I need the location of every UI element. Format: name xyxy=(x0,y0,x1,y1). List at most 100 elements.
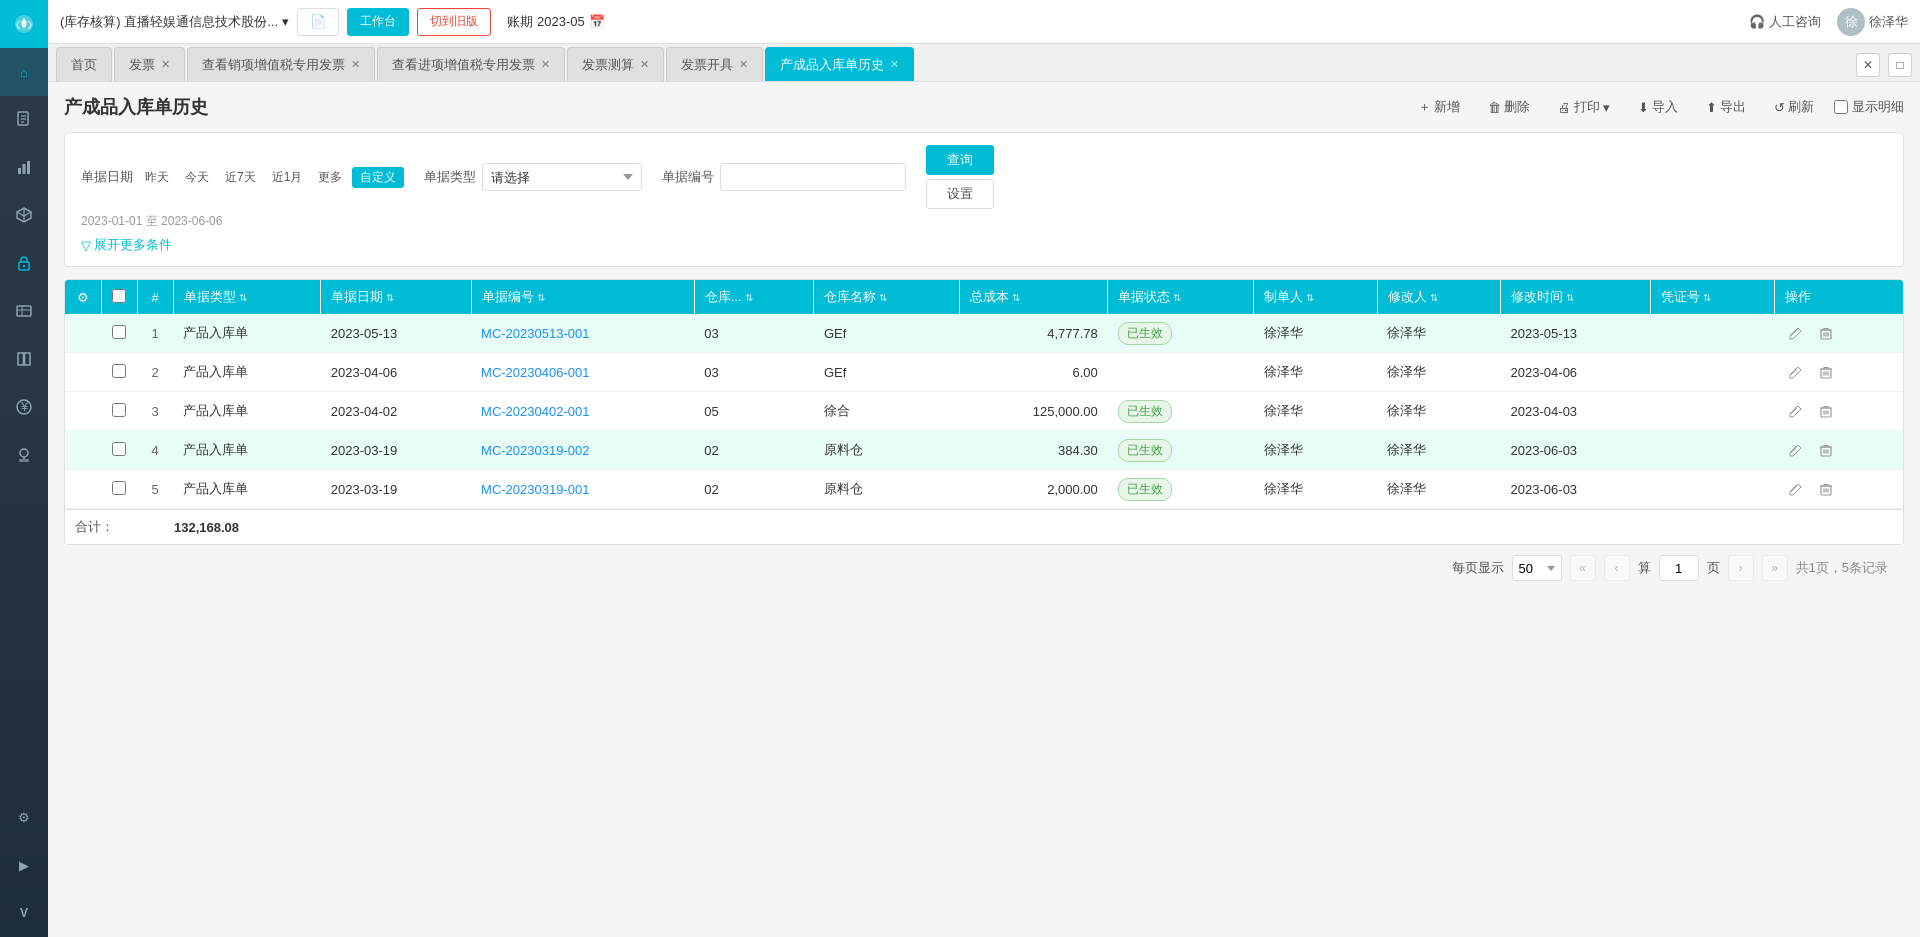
import-btn[interactable]: ⬇ 导入 xyxy=(1630,94,1686,120)
row-delete-btn[interactable] xyxy=(1814,360,1838,384)
print-btn[interactable]: 🖨 打印 ▾ xyxy=(1550,94,1618,120)
number-link[interactable]: MC-20230319-002 xyxy=(481,443,589,458)
row-delete-btn[interactable] xyxy=(1814,399,1838,423)
row-edit-btn[interactable] xyxy=(1784,321,1808,345)
period-selector[interactable]: 账期 2023-05 📅 xyxy=(507,13,605,31)
tab-invoice[interactable]: 发票 ✕ xyxy=(114,47,185,81)
tab-purchase-vat-close[interactable]: ✕ xyxy=(541,58,550,71)
tab-home[interactable]: 首页 xyxy=(56,47,112,81)
tab-invoice-calc-close[interactable]: ✕ xyxy=(640,58,649,71)
sidebar-item-inventory[interactable] xyxy=(0,192,48,240)
company-selector[interactable]: (库存核算) 直播轻娱通信息技术股份... ▾ xyxy=(60,13,289,31)
delete-btn[interactable]: 🗑 删除 xyxy=(1480,94,1538,120)
th-checkbox[interactable] xyxy=(101,280,137,314)
prev-page-btn[interactable]: ‹ xyxy=(1604,555,1630,581)
row-checkbox[interactable] xyxy=(112,481,126,495)
th-number[interactable]: 单据编号⇅ xyxy=(471,280,694,314)
new-btn[interactable]: ＋ 新增 xyxy=(1410,94,1468,120)
tab-sales-vat-close[interactable]: ✕ xyxy=(351,58,360,71)
sidebar-item-stamp[interactable] xyxy=(0,432,48,480)
per-page-select[interactable]: 20 50 100 xyxy=(1512,555,1562,581)
show-detail-checkbox[interactable] xyxy=(1834,100,1848,114)
sidebar-item-home[interactable]: ⌂ xyxy=(0,48,48,96)
service-button[interactable]: 🎧 人工咨询 xyxy=(1749,13,1821,31)
tab-invoice-close[interactable]: ✕ xyxy=(161,58,170,71)
sidebar-item-lock[interactable] xyxy=(0,240,48,288)
custom-shortcut[interactable]: 自定义 xyxy=(352,167,404,188)
query-btn[interactable]: 查询 xyxy=(926,145,994,175)
sidebar-item-video[interactable]: ▶ xyxy=(0,841,48,889)
row-edit-btn[interactable] xyxy=(1784,477,1808,501)
th-creator[interactable]: 制单人⇅ xyxy=(1254,280,1377,314)
row-delete-btn[interactable] xyxy=(1814,477,1838,501)
number-link[interactable]: MC-20230319-001 xyxy=(481,482,589,497)
sidebar-item-chart[interactable] xyxy=(0,144,48,192)
th-modify-time[interactable]: 修改时间⇅ xyxy=(1501,280,1651,314)
yesterday-shortcut[interactable]: 昨天 xyxy=(139,167,175,188)
td-checkbox[interactable] xyxy=(101,431,137,470)
more-shortcut[interactable]: 更多 xyxy=(312,167,348,188)
tab-invoice-calc[interactable]: 发票测算 ✕ xyxy=(567,47,664,81)
th-date[interactable]: 单据日期⇅ xyxy=(321,280,471,314)
th-modifier[interactable]: 修改人⇅ xyxy=(1377,280,1500,314)
last-page-btn[interactable]: » xyxy=(1762,555,1788,581)
tab-sales-vat[interactable]: 查看销项增值税专用发票 ✕ xyxy=(187,47,375,81)
tab-purchase-vat[interactable]: 查看进项增值税专用发票 ✕ xyxy=(377,47,565,81)
refresh-btn[interactable]: ↺ 刷新 xyxy=(1766,94,1822,120)
td-checkbox[interactable] xyxy=(101,392,137,431)
sidebar-item-docs[interactable] xyxy=(0,96,48,144)
td-number[interactable]: MC-20230319-001 xyxy=(471,470,694,509)
set-btn[interactable]: 设置 xyxy=(926,179,994,209)
tab-invoice-issue[interactable]: 发票开具 ✕ xyxy=(666,47,763,81)
td-number[interactable]: MC-20230402-001 xyxy=(471,392,694,431)
th-status[interactable]: 单据状态⇅ xyxy=(1108,280,1254,314)
td-checkbox[interactable] xyxy=(101,353,137,392)
number-link[interactable]: MC-20230513-001 xyxy=(481,326,589,341)
tab-product-history[interactable]: 产成品入库单历史 ✕ xyxy=(765,47,914,81)
week-shortcut[interactable]: 近7天 xyxy=(219,167,262,188)
row-edit-btn[interactable] xyxy=(1784,438,1808,462)
row-edit-btn[interactable] xyxy=(1784,399,1808,423)
sidebar-item-settings[interactable]: ⚙ xyxy=(0,793,48,841)
sidebar-item-version[interactable]: V xyxy=(0,889,48,937)
next-page-btn[interactable]: › xyxy=(1728,555,1754,581)
tab-product-history-close[interactable]: ✕ xyxy=(890,58,899,71)
tab-close-all-btn[interactable]: ✕ xyxy=(1856,53,1880,77)
select-all-checkbox[interactable] xyxy=(112,289,126,303)
th-type[interactable]: 单据类型⇅ xyxy=(173,280,321,314)
row-edit-btn[interactable] xyxy=(1784,360,1808,384)
number-input[interactable] xyxy=(720,163,906,191)
row-checkbox[interactable] xyxy=(112,442,126,456)
month-shortcut[interactable]: 近1月 xyxy=(266,167,309,188)
th-voucher[interactable]: 凭证号⇅ xyxy=(1651,280,1774,314)
row-checkbox[interactable] xyxy=(112,364,126,378)
tab-invoice-issue-close[interactable]: ✕ xyxy=(739,58,748,71)
workbench-btn[interactable]: 工作台 xyxy=(347,8,409,36)
number-link[interactable]: MC-20230402-001 xyxy=(481,404,589,419)
show-detail-checkbox-label[interactable]: 显示明细 xyxy=(1834,98,1904,116)
row-delete-btn[interactable] xyxy=(1814,321,1838,345)
expand-filter-btn[interactable]: ▽ 展开更多条件 xyxy=(81,236,1887,254)
td-checkbox[interactable] xyxy=(101,314,137,353)
export-btn[interactable]: ⬆ 导出 xyxy=(1698,94,1754,120)
th-warehouse-name[interactable]: 仓库名称⇅ xyxy=(814,280,960,314)
row-checkbox[interactable] xyxy=(112,403,126,417)
td-number[interactable]: MC-20230406-001 xyxy=(471,353,694,392)
user-menu[interactable]: 徐 徐泽华 xyxy=(1837,8,1908,36)
th-warehouse-code[interactable]: 仓库...⇅ xyxy=(694,280,814,314)
app-logo[interactable] xyxy=(0,0,48,48)
first-page-btn[interactable]: « xyxy=(1570,555,1596,581)
th-total-cost[interactable]: 总成本⇅ xyxy=(960,280,1108,314)
doc-template-btn[interactable]: 📄 xyxy=(297,8,339,36)
switch-version-btn[interactable]: 切到旧版 xyxy=(417,8,491,36)
sidebar-item-voucher[interactable] xyxy=(0,288,48,336)
number-link[interactable]: MC-20230406-001 xyxy=(481,365,589,380)
sidebar-item-book[interactable] xyxy=(0,336,48,384)
type-select[interactable]: 请选择 产品入库单 销退入库单 调拨入库单 xyxy=(482,163,642,191)
td-number[interactable]: MC-20230319-002 xyxy=(471,431,694,470)
today-shortcut[interactable]: 今天 xyxy=(179,167,215,188)
row-checkbox[interactable] xyxy=(112,325,126,339)
tab-maximize-btn[interactable]: □ xyxy=(1888,53,1912,77)
row-delete-btn[interactable] xyxy=(1814,438,1838,462)
td-checkbox[interactable] xyxy=(101,470,137,509)
